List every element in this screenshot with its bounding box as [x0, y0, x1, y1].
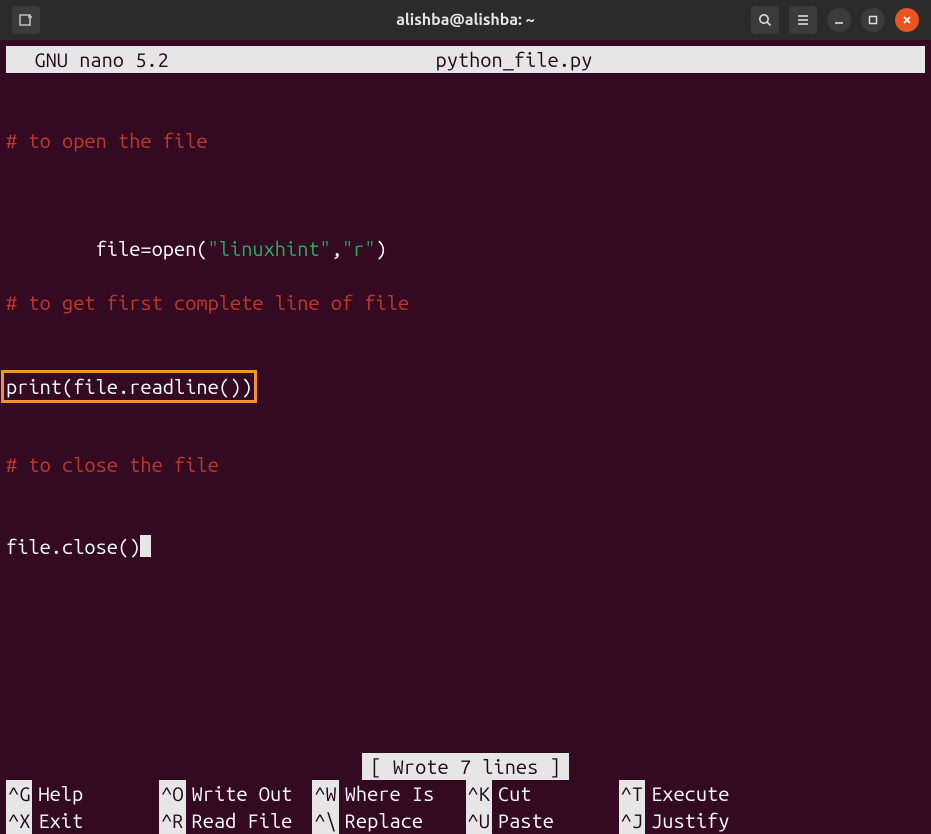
- search-button[interactable]: [751, 6, 779, 34]
- code-comment: # to open the file: [6, 129, 208, 152]
- new-tab-button[interactable]: [12, 6, 40, 34]
- code-string: "r": [342, 237, 376, 260]
- shortcut-paste[interactable]: ^UPaste: [466, 807, 619, 834]
- shortcut-writeout[interactable]: ^OWrite Out: [159, 780, 312, 807]
- code-text: file=open(: [96, 237, 208, 260]
- shortcut-justify[interactable]: ^JJustify: [619, 807, 772, 834]
- close-button[interactable]: [895, 8, 919, 32]
- shortcut-help[interactable]: ^GHelp: [6, 780, 159, 807]
- shortcut-readfile[interactable]: ^RRead File: [159, 807, 312, 834]
- code-text: ,: [331, 237, 342, 260]
- terminal-window: alishba@alishba: ~ GNU nano 5.2 python_f…: [0, 0, 931, 834]
- shortcut-replace[interactable]: ^\Replace: [312, 807, 465, 834]
- shortcut-whereis[interactable]: ^WWhere Is: [312, 780, 465, 807]
- code-comment: # to close the file: [6, 453, 219, 476]
- nano-filename: python_file.py: [436, 46, 593, 73]
- shortcut-execute[interactable]: ^TExecute: [619, 780, 772, 807]
- window-titlebar: alishba@alishba: ~: [0, 0, 931, 40]
- terminal-body[interactable]: GNU nano 5.2 python_file.py # to open th…: [0, 40, 931, 834]
- nano-status-chip: [ Wrote 7 lines ]: [362, 753, 568, 780]
- code-comment: # to get first complete line of file: [6, 291, 409, 314]
- highlighted-code-box: print(file.readline()): [1, 370, 257, 403]
- hamburger-menu-button[interactable]: [789, 6, 817, 34]
- shortcut-exit[interactable]: ^XExit: [6, 807, 159, 834]
- nano-status-row: [ Wrote 7 lines ]: [6, 753, 925, 780]
- code-text: print(file.readline()): [6, 375, 252, 398]
- code-text: file.close(): [6, 535, 140, 558]
- nano-shortcut-bar: ^GHelp ^OWrite Out ^WWhere Is ^KCut ^TEx…: [6, 780, 925, 834]
- nano-header-bar: GNU nano 5.2 python_file.py: [6, 46, 925, 73]
- editor-content[interactable]: # to open the file file=open("linuxhint"…: [6, 73, 925, 753]
- code-string: "linuxhint": [208, 237, 331, 260]
- minimize-button[interactable]: [827, 8, 851, 32]
- maximize-button[interactable]: [861, 8, 885, 32]
- nano-app-label: GNU nano 5.2: [12, 46, 169, 73]
- code-text: ): [376, 237, 387, 260]
- window-title: alishba@alishba: ~: [396, 11, 535, 29]
- shortcut-cut[interactable]: ^KCut: [466, 780, 619, 807]
- text-cursor: [140, 535, 151, 557]
